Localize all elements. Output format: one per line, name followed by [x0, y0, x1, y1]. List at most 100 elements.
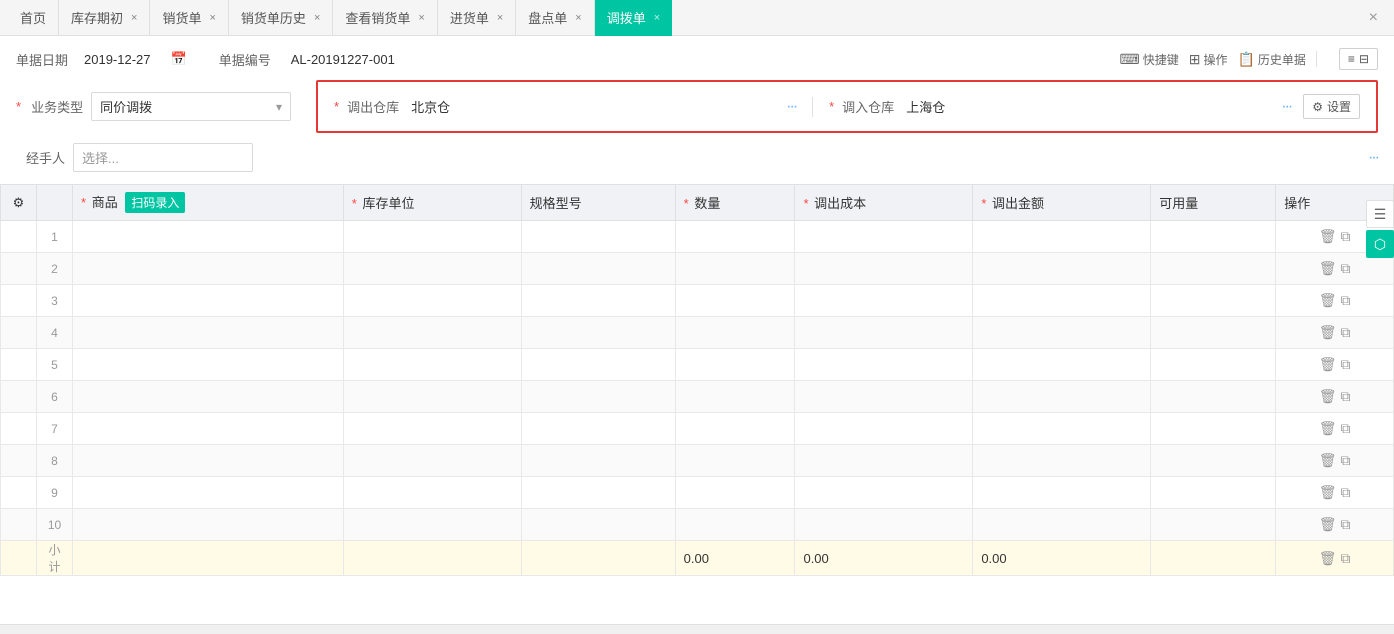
cell-unit-10[interactable]: [343, 509, 521, 541]
cell-unit-7[interactable]: [343, 413, 521, 445]
cell-qty-3[interactable]: [675, 285, 795, 317]
delete-icon[interactable]: 🗑: [1319, 388, 1337, 404]
copy-icon[interactable]: ⧉: [1340, 324, 1350, 340]
copy-icon[interactable]: ⧉: [1340, 228, 1350, 244]
cell-product-5[interactable]: [73, 349, 344, 381]
cell-spec-7[interactable]: [521, 413, 675, 445]
delete-icon[interactable]: 🗑: [1319, 516, 1337, 532]
cell-available-5[interactable]: [1151, 349, 1276, 381]
delete-icon[interactable]: 🗑: [1319, 420, 1337, 436]
cell-cost-2[interactable]: [795, 253, 973, 285]
cell-amount-5[interactable]: [973, 349, 1151, 381]
cell-spec-4[interactable]: [521, 317, 675, 349]
cell-spec-10[interactable]: [521, 509, 675, 541]
tab-inventory-check[interactable]: 盘点单×: [516, 0, 594, 36]
delete-icon[interactable]: 🗑: [1319, 356, 1337, 372]
cell-unit-4[interactable]: [343, 317, 521, 349]
cell-qty-6[interactable]: [675, 381, 795, 413]
horizontal-scrollbar[interactable]: [0, 624, 1394, 634]
cell-qty-2[interactable]: [675, 253, 795, 285]
list-float-button[interactable]: ☰: [1366, 200, 1394, 228]
cell-qty-4[interactable]: [675, 317, 795, 349]
cell-spec-1[interactable]: [521, 221, 675, 253]
cell-unit-2[interactable]: [343, 253, 521, 285]
transfer-out-value[interactable]: 北京仓: [411, 97, 450, 116]
cell-product-2[interactable]: [73, 253, 344, 285]
tab-close-purchase-order[interactable]: ×: [497, 12, 503, 24]
shortcut-button[interactable]: ⌨ 快捷键: [1119, 51, 1178, 68]
cell-available-1[interactable]: [1151, 221, 1276, 253]
layout-settings-button[interactable]: ≡ ⊟: [1339, 48, 1378, 70]
delete-icon[interactable]: 🗑: [1319, 452, 1337, 468]
tab-sales-order[interactable]: 销货单×: [150, 0, 228, 36]
tab-close-transfer[interactable]: ×: [654, 12, 660, 24]
cell-spec-5[interactable]: [521, 349, 675, 381]
business-type-select[interactable]: 同价调拨 ▾: [91, 92, 291, 121]
cell-cost-8[interactable]: [795, 445, 973, 477]
window-close-button[interactable]: ×: [1361, 9, 1386, 27]
delete-icon[interactable]: 🗑: [1319, 228, 1337, 244]
copy-icon[interactable]: ⧉: [1340, 292, 1350, 308]
cell-qty-5[interactable]: [675, 349, 795, 381]
copy-icon[interactable]: ⧉: [1340, 516, 1350, 532]
cell-product-7[interactable]: [73, 413, 344, 445]
cell-unit-9[interactable]: [343, 477, 521, 509]
cell-spec-3[interactable]: [521, 285, 675, 317]
cell-qty-1[interactable]: [675, 221, 795, 253]
cell-product-8[interactable]: [73, 445, 344, 477]
cell-unit-5[interactable]: [343, 349, 521, 381]
cell-product-10[interactable]: [73, 509, 344, 541]
cell-spec-8[interactable]: [521, 445, 675, 477]
cell-amount-1[interactable]: [973, 221, 1151, 253]
cell-unit-8[interactable]: [343, 445, 521, 477]
cell-amount-6[interactable]: [973, 381, 1151, 413]
cell-amount-3[interactable]: [973, 285, 1151, 317]
delete-icon[interactable]: 🗑: [1319, 324, 1337, 340]
cell-amount-10[interactable]: [973, 509, 1151, 541]
tab-home[interactable]: 首页: [8, 0, 59, 36]
cell-amount-2[interactable]: [973, 253, 1151, 285]
transfer-in-value[interactable]: 上海仓: [906, 97, 945, 116]
cell-cost-6[interactable]: [795, 381, 973, 413]
person-dots-button[interactable]: ···: [1368, 149, 1378, 167]
transfer-out-dots-button[interactable]: ···: [786, 98, 796, 116]
tab-view-sales[interactable]: 查看销货单×: [333, 0, 437, 36]
tab-inventory-init[interactable]: 库存期初×: [59, 0, 150, 36]
copy-icon[interactable]: ⧉: [1340, 484, 1350, 500]
cell-cost-10[interactable]: [795, 509, 973, 541]
tab-close-sales-order[interactable]: ×: [209, 12, 215, 24]
tab-transfer[interactable]: 调拨单×: [595, 0, 672, 36]
cell-cost-4[interactable]: [795, 317, 973, 349]
cell-qty-7[interactable]: [675, 413, 795, 445]
copy-icon[interactable]: ⧉: [1340, 452, 1350, 468]
cell-product-3[interactable]: [73, 285, 344, 317]
section-settings-button[interactable]: ⚙ 设置: [1303, 94, 1360, 119]
th-settings[interactable]: ⚙: [1, 185, 37, 221]
tab-close-view-sales[interactable]: ×: [418, 12, 424, 24]
cell-available-3[interactable]: [1151, 285, 1276, 317]
transfer-in-dots-button[interactable]: ···: [1281, 98, 1291, 116]
operation-button[interactable]: ⊞ 操作: [1189, 51, 1228, 68]
cell-cost-5[interactable]: [795, 349, 973, 381]
cell-spec-2[interactable]: [521, 253, 675, 285]
copy-icon[interactable]: ⧉: [1340, 420, 1350, 436]
cell-amount-7[interactable]: [973, 413, 1151, 445]
person-select[interactable]: 选择...: [73, 143, 253, 172]
history-button[interactable]: 📋 历史单据: [1237, 51, 1305, 68]
cell-available-7[interactable]: [1151, 413, 1276, 445]
cell-product-9[interactable]: [73, 477, 344, 509]
cell-spec-6[interactable]: [521, 381, 675, 413]
cell-amount-8[interactable]: [973, 445, 1151, 477]
cell-product-1[interactable]: [73, 221, 344, 253]
delete-icon[interactable]: 🗑: [1319, 550, 1337, 566]
cell-available-10[interactable]: [1151, 509, 1276, 541]
cell-qty-8[interactable]: [675, 445, 795, 477]
copy-icon[interactable]: ⧉: [1340, 260, 1350, 276]
cell-available-4[interactable]: [1151, 317, 1276, 349]
scan-button[interactable]: 扫码录入: [125, 192, 185, 213]
tab-close-sales-history[interactable]: ×: [314, 12, 320, 24]
tab-close-inventory-check[interactable]: ×: [575, 12, 581, 24]
tab-sales-history[interactable]: 销货单历史×: [229, 0, 333, 36]
cell-qty-10[interactable]: [675, 509, 795, 541]
cell-product-6[interactable]: [73, 381, 344, 413]
